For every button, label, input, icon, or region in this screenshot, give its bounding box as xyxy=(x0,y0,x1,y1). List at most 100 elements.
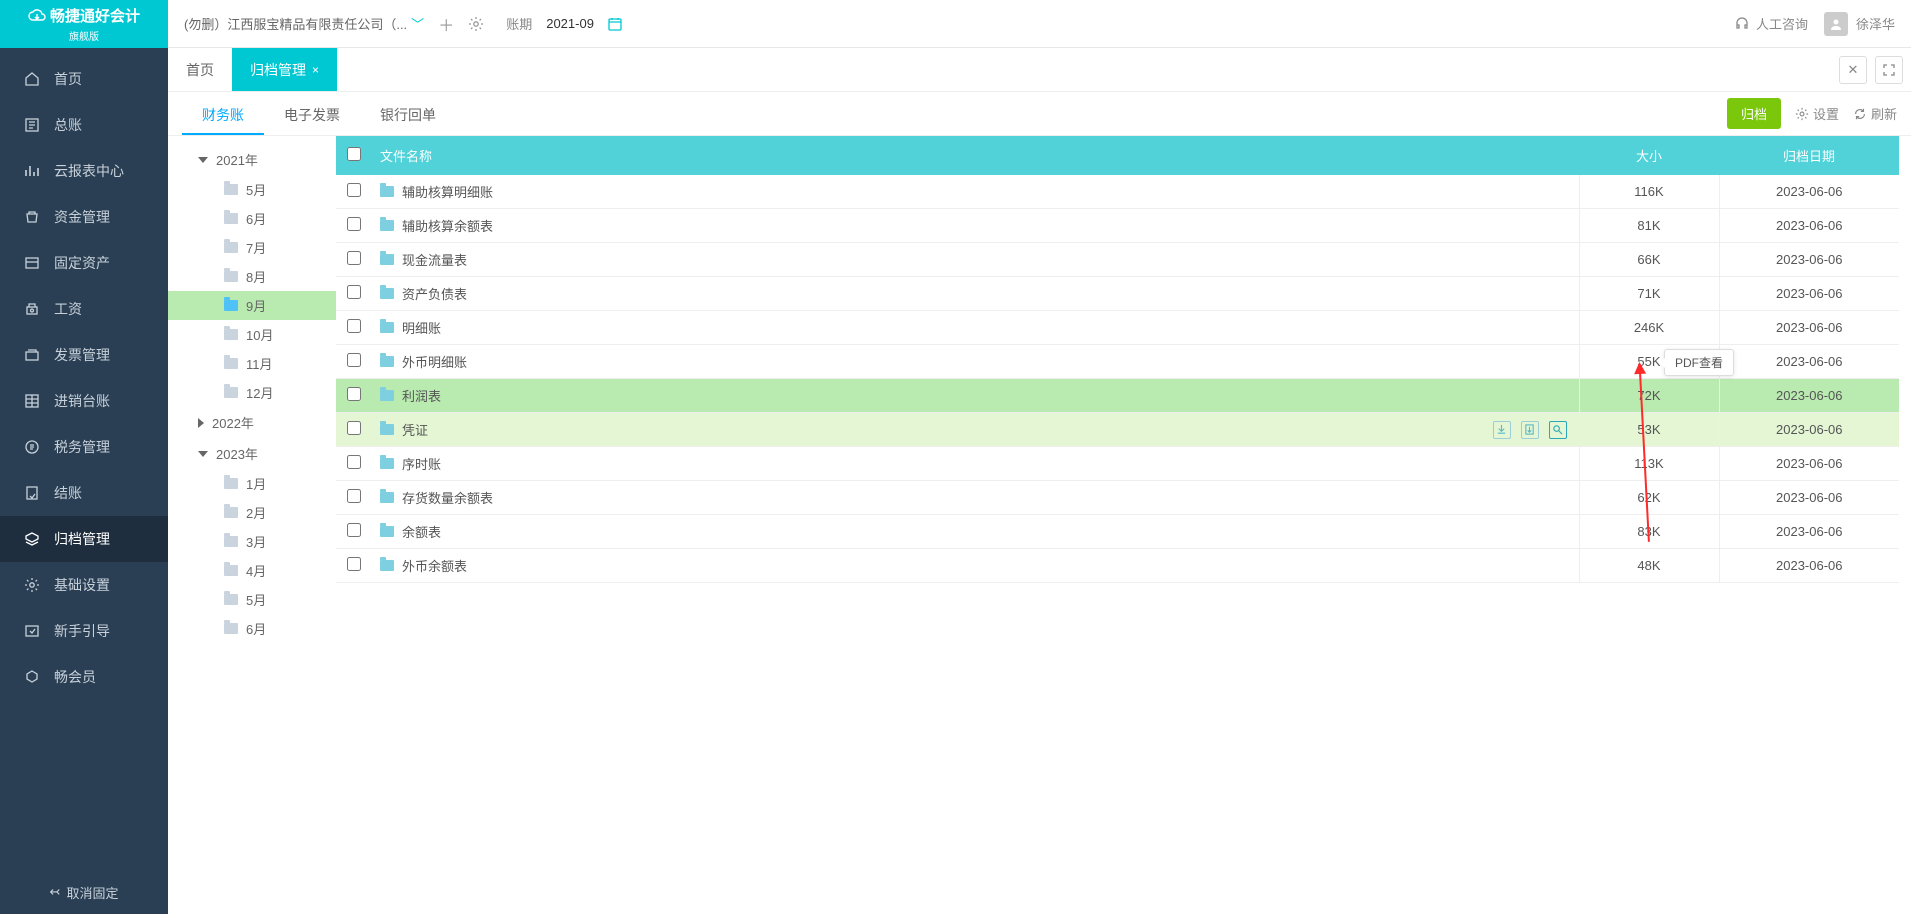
row-checkbox[interactable] xyxy=(347,489,361,503)
user-menu[interactable]: 徐泽华 xyxy=(1824,12,1895,36)
table-row[interactable]: 辅助核算余额表81K2023-06-06 xyxy=(336,209,1899,243)
nav-item[interactable]: 发票管理 xyxy=(0,332,168,378)
file-name: 现金流量表 xyxy=(402,250,467,269)
tree-month[interactable]: 11月 xyxy=(168,349,336,378)
nav-item[interactable]: 基础设置 xyxy=(0,562,168,608)
nav-item[interactable]: 首页 xyxy=(0,56,168,102)
row-checkbox[interactable] xyxy=(347,387,361,401)
row-checkbox[interactable] xyxy=(347,285,361,299)
row-checkbox[interactable] xyxy=(347,523,361,537)
tree-month[interactable]: 8月 xyxy=(168,262,336,291)
file-date: 2023-06-06 xyxy=(1719,379,1899,413)
close-all-button[interactable]: ✕ xyxy=(1839,56,1867,84)
table-row[interactable]: 凭证53K2023-06-06 xyxy=(336,413,1899,447)
row-checkbox[interactable] xyxy=(347,319,361,333)
table-row[interactable]: 利润表72K2023-06-06 xyxy=(336,379,1899,413)
subtab-einvoice[interactable]: 电子发票 xyxy=(264,95,360,135)
subtab-finance[interactable]: 财务账 xyxy=(182,95,264,135)
file-date: 2023-06-06 xyxy=(1719,345,1899,379)
file-size: 81K xyxy=(1579,209,1719,243)
nav-label: 固定资产 xyxy=(54,253,110,273)
nav-item[interactable]: 新手引导 xyxy=(0,608,168,654)
month-label: 1月 xyxy=(246,474,266,493)
table-row[interactable]: 辅助核算明细账116K2023-06-06 xyxy=(336,175,1899,209)
tree-year[interactable]: 2023年 xyxy=(168,438,336,469)
caret-icon xyxy=(198,451,208,457)
tree-month[interactable]: 7月 xyxy=(168,233,336,262)
nav-item[interactable]: 固定资产 xyxy=(0,240,168,286)
file-folder-icon xyxy=(380,560,394,571)
nav-item[interactable]: 云报表中心 xyxy=(0,148,168,194)
row-checkbox[interactable] xyxy=(347,421,361,435)
tree-month[interactable]: 3月 xyxy=(168,527,336,556)
th-date: 归档日期 xyxy=(1719,136,1899,175)
row-checkbox[interactable] xyxy=(347,455,361,469)
file-date: 2023-06-06 xyxy=(1719,277,1899,311)
tree-year[interactable]: 2022年 xyxy=(168,407,336,438)
tree-year[interactable]: 2021年 xyxy=(168,144,336,175)
tree-month[interactable]: 10月 xyxy=(168,320,336,349)
refresh-icon xyxy=(1853,107,1867,121)
file-folder-icon xyxy=(380,492,394,503)
row-checkbox[interactable] xyxy=(347,251,361,265)
row-checkbox[interactable] xyxy=(347,217,361,231)
tree-month[interactable]: 5月 xyxy=(168,175,336,204)
tree-month[interactable]: 6月 xyxy=(168,614,336,643)
nav-label: 基础设置 xyxy=(54,575,110,595)
export-pdf-icon[interactable] xyxy=(1521,421,1539,439)
download-pdf-icon[interactable] xyxy=(1493,421,1511,439)
file-folder-icon xyxy=(380,186,394,197)
refresh-link[interactable]: 刷新 xyxy=(1853,104,1897,123)
unpin-button[interactable]: ↢ 取消固定 xyxy=(0,870,168,914)
nav-label: 新手引导 xyxy=(54,621,110,641)
row-checkbox[interactable] xyxy=(347,557,361,571)
table-row[interactable]: 序时账113K2023-06-06 xyxy=(336,447,1899,481)
tree-month[interactable]: 4月 xyxy=(168,556,336,585)
archive-button[interactable]: 归档 xyxy=(1727,98,1781,129)
tab-home[interactable]: 首页 xyxy=(168,48,232,91)
settings-link[interactable]: 设置 xyxy=(1795,104,1839,123)
table-row[interactable]: 现金流量表66K2023-06-06 xyxy=(336,243,1899,277)
company-selector[interactable]: (勿删）江西服宝精品有限责任公司（... ﹀ xyxy=(184,14,424,33)
table-row[interactable]: 存货数量余额表62K2023-06-06 xyxy=(336,481,1899,515)
table-row[interactable]: 资产负债表71K2023-06-06 xyxy=(336,277,1899,311)
folder-icon xyxy=(224,594,238,605)
file-name: 明细账 xyxy=(402,318,441,337)
table-row[interactable]: 余额表83K2023-06-06 xyxy=(336,515,1899,549)
select-all-checkbox[interactable] xyxy=(347,147,361,161)
nav-item[interactable]: 税务管理 xyxy=(0,424,168,470)
tree-month[interactable]: 6月 xyxy=(168,204,336,233)
period-value: 2021-09 xyxy=(546,16,594,31)
folder-icon xyxy=(224,184,238,195)
table-row[interactable]: 明细账246K2023-06-06 xyxy=(336,311,1899,345)
tree-month[interactable]: 1月 xyxy=(168,469,336,498)
subtab-bankslip[interactable]: 银行回单 xyxy=(360,95,456,135)
tree-month[interactable]: 12月 xyxy=(168,378,336,407)
tab-archive[interactable]: 归档管理 × xyxy=(232,48,337,91)
file-date: 2023-06-06 xyxy=(1719,209,1899,243)
nav-label: 首页 xyxy=(54,69,82,89)
tree-month[interactable]: 5月 xyxy=(168,585,336,614)
nav-item[interactable]: 畅会员 xyxy=(0,654,168,700)
gear-icon[interactable] xyxy=(468,16,484,32)
consult-button[interactable]: 人工咨询 xyxy=(1734,14,1808,33)
file-folder-icon xyxy=(380,526,394,537)
close-icon[interactable]: × xyxy=(312,63,319,77)
row-checkbox[interactable] xyxy=(347,353,361,367)
fullscreen-button[interactable] xyxy=(1875,56,1903,84)
nav-item[interactable]: 工资 xyxy=(0,286,168,332)
view-pdf-icon[interactable] xyxy=(1549,421,1567,439)
nav-item[interactable]: 资金管理 xyxy=(0,194,168,240)
add-icon[interactable]: ＋ xyxy=(438,12,454,36)
file-date: 2023-06-06 xyxy=(1719,549,1899,583)
nav-item[interactable]: 归档管理 xyxy=(0,516,168,562)
nav-item[interactable]: 总账 xyxy=(0,102,168,148)
tree-month[interactable]: 9月 xyxy=(168,291,336,320)
tree-month[interactable]: 2月 xyxy=(168,498,336,527)
nav-item[interactable]: 进销台账 xyxy=(0,378,168,424)
unpin-label: 取消固定 xyxy=(66,883,118,902)
calendar-icon[interactable] xyxy=(608,17,622,31)
nav-item[interactable]: 结账 xyxy=(0,470,168,516)
table-row[interactable]: 外币余额表48K2023-06-06 xyxy=(336,549,1899,583)
row-checkbox[interactable] xyxy=(347,183,361,197)
